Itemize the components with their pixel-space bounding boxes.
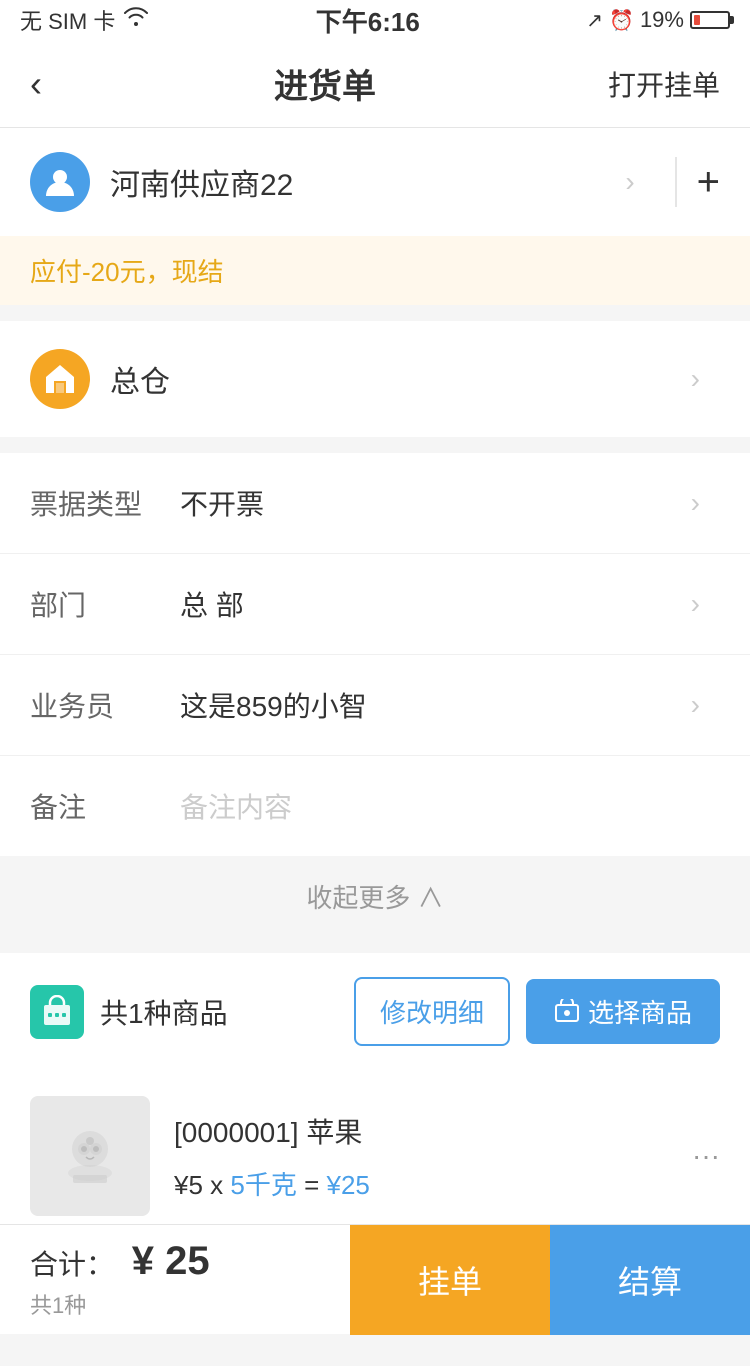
- supplier-row[interactable]: 河南供应商22 › +: [0, 128, 750, 236]
- product-price: ¥5 x 5千克 = ¥25: [174, 1165, 668, 1202]
- invoice-type-chevron-icon: ›: [691, 487, 700, 519]
- product-info: [0000001] 苹果 ¥5 x 5千克 = ¥25: [174, 1111, 668, 1202]
- total-section: 合计： ¥ 25 共1种: [0, 1239, 350, 1320]
- open-hang-button[interactable]: 打开挂单: [608, 64, 720, 104]
- invoice-type-value: 不开票: [180, 483, 691, 523]
- wifi-icon: [123, 7, 149, 33]
- status-bar: 无 SIM 卡 下午6:16 ↗ ⏰ 19%: [0, 0, 750, 40]
- department-row[interactable]: 部门 总 部 ›: [0, 554, 750, 655]
- total-amount: ¥ 25: [132, 1239, 210, 1283]
- product-thumbnail: [30, 1096, 150, 1216]
- total-price: ¥25: [326, 1170, 369, 1200]
- remark-input[interactable]: 备注内容: [180, 786, 720, 826]
- total-label: 合计：: [30, 1249, 114, 1280]
- warehouse-row[interactable]: 总仓 ›: [0, 321, 750, 437]
- product-name: [0000001] 苹果: [174, 1111, 668, 1151]
- equals: =: [297, 1170, 327, 1200]
- salesman-value: 这是859的小智: [180, 685, 691, 725]
- remark-row[interactable]: 备注 备注内容: [0, 756, 750, 856]
- warehouse-name: 总仓: [110, 357, 691, 401]
- collapse-button[interactable]: 收起更多 ∧: [0, 856, 750, 937]
- battery-fill: [694, 15, 700, 25]
- battery-label: 19%: [640, 7, 684, 33]
- product-item: [0000001] 苹果 ¥5 x 5千克 = ¥25 ···: [0, 1072, 750, 1240]
- unit-price: ¥5 x: [174, 1170, 230, 1200]
- invoice-type-label: 票据类型: [30, 483, 160, 523]
- edit-details-button[interactable]: 修改明细: [354, 977, 510, 1046]
- quantity: 5千克: [230, 1170, 296, 1200]
- notice-text: 应付-20元，现结: [30, 257, 224, 287]
- add-button[interactable]: +: [697, 160, 720, 205]
- status-left: 无 SIM 卡: [20, 4, 149, 36]
- status-right: ↗ ⏰ 19%: [586, 7, 730, 33]
- supplier-divider: [675, 157, 677, 207]
- department-label: 部门: [30, 584, 160, 624]
- supplier-name: 河南供应商22: [110, 160, 625, 204]
- warehouse-chevron-icon: ›: [691, 363, 700, 395]
- salesman-chevron-icon: ›: [691, 689, 700, 721]
- products-count: 共1种商品: [100, 992, 338, 1032]
- page-title: 进货单: [274, 59, 376, 108]
- warehouse-section: 总仓 ›: [0, 321, 750, 437]
- notice-bar: 应付-20元，现结: [0, 236, 750, 305]
- product-title: 苹果: [306, 1117, 362, 1148]
- carrier-label: 无 SIM 卡: [20, 4, 115, 36]
- alarm-icon: ⏰: [609, 8, 634, 33]
- collapse-label: 收起更多 ∧: [306, 878, 443, 915]
- checkout-button[interactable]: 结算: [550, 1225, 750, 1335]
- salesman-row[interactable]: 业务员 这是859的小智 ›: [0, 655, 750, 756]
- nav-bar: ‹ 进货单 打开挂单: [0, 40, 750, 128]
- product-more-button[interactable]: ···: [692, 1140, 720, 1172]
- products-header: 共1种商品 修改明细 选择商品: [0, 953, 750, 1070]
- bottom-bar: 合计： ¥ 25 共1种 挂单 结算: [0, 1224, 750, 1334]
- form-section: 票据类型 不开票 › 部门 总 部 › 业务员 这是859的小智 › 备注 备注…: [0, 453, 750, 856]
- products-section: 共1种商品 修改明细 选择商品: [0, 953, 750, 1240]
- battery-icon: [690, 11, 730, 29]
- warehouse-icon: [30, 349, 90, 409]
- salesman-label: 业务员: [30, 685, 160, 725]
- select-products-label: 选择商品: [588, 993, 692, 1030]
- location-icon: ↗: [586, 8, 603, 33]
- supplier-avatar: [30, 152, 90, 212]
- supplier-section: 河南供应商22 › + 应付-20元，现结: [0, 128, 750, 305]
- hang-button[interactable]: 挂单: [350, 1225, 550, 1335]
- total-count: 共1种: [30, 1288, 320, 1320]
- department-value: 总 部: [180, 584, 691, 624]
- select-products-button[interactable]: 选择商品: [526, 979, 720, 1044]
- status-time: 下午6:16: [316, 2, 420, 39]
- back-button[interactable]: ‹: [30, 63, 42, 105]
- supplier-chevron-icon: ›: [625, 166, 634, 198]
- remark-label: 备注: [30, 786, 160, 826]
- invoice-type-row[interactable]: 票据类型 不开票 ›: [0, 453, 750, 554]
- department-chevron-icon: ›: [691, 588, 700, 620]
- product-code: [0000001]: [174, 1117, 306, 1148]
- products-icon: [30, 985, 84, 1039]
